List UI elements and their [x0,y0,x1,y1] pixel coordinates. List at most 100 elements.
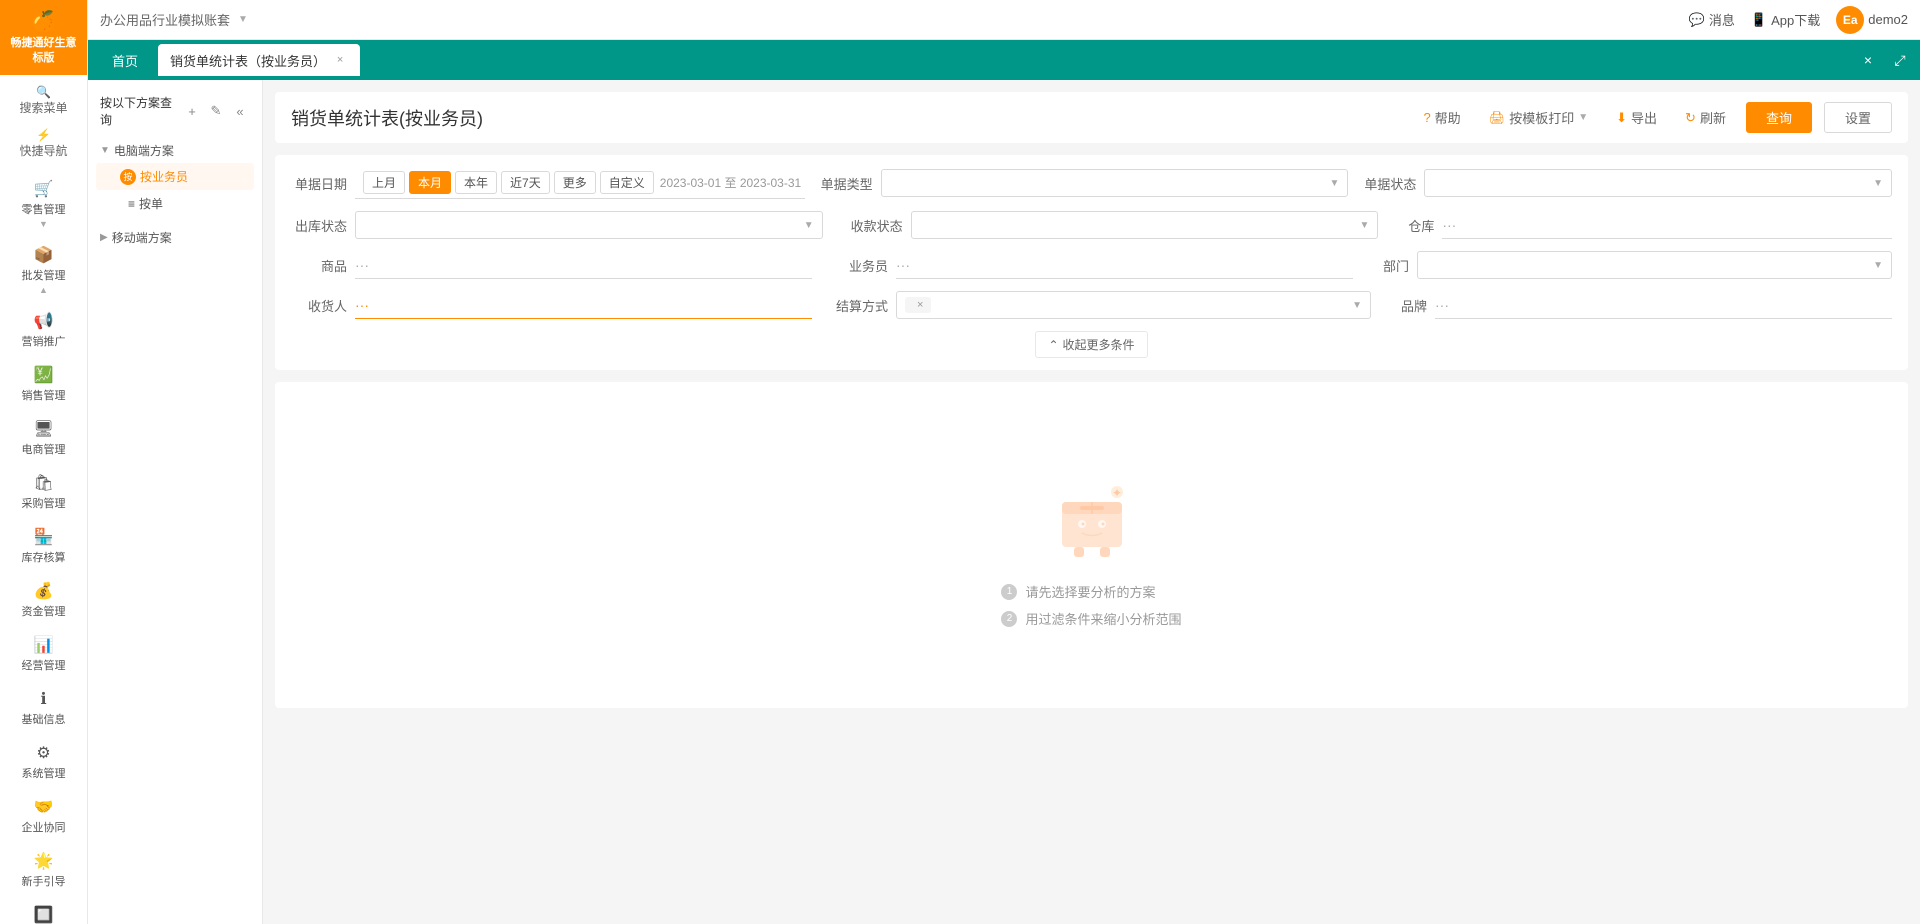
brand-dots[interactable]: ··· [1435,297,1449,313]
sidebar-item-marketing[interactable]: 📢 营销推广 [0,303,87,357]
sidebar-item-retail[interactable]: 🛒 零售管理 ▼ [0,171,87,237]
scheme-item-salesman[interactable]: 按 按业务员 [96,163,254,190]
sidebar-item-operations[interactable]: 📊 经营管理 [0,627,87,681]
date-last-month-btn[interactable]: 上月 [363,171,405,194]
sidebar-item-apps[interactable]: 🔲 应用中心 [0,897,87,924]
user-name: demo2 [1868,12,1908,27]
settle-dropdown[interactable]: × ▼ [896,291,1371,319]
export-label: 导出 [1631,108,1657,127]
header-left: 办公用品行业模拟账套 ▼ [100,10,248,29]
add-scheme-btn[interactable]: + [182,101,202,121]
export-btn[interactable]: ⬇ 导出 [1608,104,1665,131]
warehouse-control: ··· [1442,211,1892,239]
system-icon: ⚙ [36,743,50,763]
sidebar-item-inventory[interactable]: 🏪 库存核算 [0,519,87,573]
page-content: 按以下方案查询 + ✎ « ▼ 电脑端方案 按 按业务员 [88,80,1920,924]
doc-type-arrow: ▼ [1329,178,1339,189]
app-download-btn[interactable]: 📱 App下载 [1751,10,1820,29]
tab-home-label: 首页 [112,51,138,70]
mobile-section-title[interactable]: ▶ 移动端方案 [96,225,254,250]
page-title: 销货单统计表(按业务员) [291,105,483,131]
tip-2-text: 用过滤条件来缩小分析范围 [1025,609,1181,628]
sidebar-item-finance[interactable]: 💰 资金管理 [0,573,87,627]
salesman-label: 业务员 [828,256,888,275]
collapse-chevron: ⌃ [1048,338,1058,352]
recipient-control: ··· [355,291,812,319]
desktop-section-title[interactable]: ▼ 电脑端方案 [96,138,254,163]
sidebar-item-wholesale[interactable]: 📦 批发管理 ▲ [0,237,87,303]
doc-type-label: 单据类型 [813,174,873,193]
sidebar-item-newbie[interactable]: 🌟 新手引导 [0,843,87,897]
breadcrumb[interactable]: 办公用品行业模拟账套 [100,10,230,29]
scheme-salesman-icon: 按 [120,169,136,185]
sidebar-quick-nav[interactable]: ⚡ 快捷导航 [0,122,87,163]
retail-arrow: ▼ [39,219,48,229]
sidebar-item-ecommerce[interactable]: 🖥 电商管理 [0,411,87,465]
scheme-item-order[interactable]: ≡ 按单 [96,190,254,217]
empty-illustration: ✦ [1032,462,1152,562]
date-this-year-btn[interactable]: 本年 [455,171,497,194]
tab-home[interactable]: 首页 [96,44,154,76]
out-status-dropdown[interactable]: ▼ [355,211,823,239]
user-info[interactable]: Ea demo2 [1836,6,1908,34]
sidebar-item-purchase[interactable]: 🛍 采购管理 [0,465,87,519]
collapse-panel-btn[interactable]: « [230,101,250,121]
quick-nav-label: 快捷导航 [0,142,87,159]
tab-close-window-btn[interactable]: × [1856,48,1880,72]
apps-icon: 🔲 [34,905,54,924]
out-status-label: 出库状态 [291,216,347,235]
empty-tips: 1 请先选择要分析的方案 2 用过滤条件来缩小分析范围 [1001,582,1181,628]
empty-tip-2: 2 用过滤条件来缩小分析范围 [1001,609,1181,628]
goods-dots[interactable]: ··· [355,257,369,273]
help-icon: ? [1423,110,1430,125]
empty-state: ✦ 1 请先选择要分析的方案 [275,382,1908,708]
sidebar-item-system[interactable]: ⚙ 系统管理 [0,735,87,789]
collapse-more-btn[interactable]: ⌃ 收起更多条件 [1035,331,1147,358]
purchase-icon: 🛍 [33,473,53,493]
sidebar-item-basic[interactable]: ℹ 基础信息 [0,681,87,735]
tab-fullscreen-btn[interactable]: ⤢ [1888,48,1912,72]
sidebar-item-cooperation[interactable]: 🤝 企业协同 [0,789,87,843]
date-last7-btn[interactable]: 近7天 [501,171,550,194]
operations-icon: 📊 [34,635,54,655]
refresh-btn[interactable]: ↻ 刷新 [1677,104,1734,131]
tip-1-text: 请先选择要分析的方案 [1025,582,1155,601]
breadcrumb-arrow[interactable]: ▼ [238,14,248,25]
doc-type-dropdown[interactable]: ▼ [881,169,1349,197]
app-logo[interactable]: 🍊 畅捷通好生意 标版 [0,0,87,75]
filter-area: 单据日期 上月 本月 本年 近7天 更多 自定义 2023-03-01 至 20… [275,155,1908,370]
retail-icon: 🛒 [34,179,54,199]
tab-active[interactable]: 销货单统计表（按业务员） × [158,44,360,76]
date-custom-btn[interactable]: 自定义 [600,171,654,194]
settings-button[interactable]: 设置 [1824,102,1892,133]
mobile-arrow: ▶ [100,232,108,243]
settle-tag-close[interactable]: × [917,299,923,311]
doc-status-label: 单据状态 [1356,174,1416,193]
print-label: 按模板打印 [1509,108,1574,127]
edit-scheme-btn[interactable]: ✎ [206,101,226,121]
msg-btn[interactable]: 💬 消息 [1689,10,1735,29]
logo-icon: 🍊 [4,8,83,36]
print-btn[interactable]: 🖨 按模板打印 ▼ [1481,104,1596,131]
date-this-month-btn[interactable]: 本月 [409,171,451,194]
help-btn[interactable]: ? 帮助 [1415,104,1468,131]
dept-dropdown[interactable]: ▼ [1417,251,1892,279]
doc-status-dropdown[interactable]: ▼ [1424,169,1892,197]
sidebar-search[interactable]: 🔍 搜索菜单 [0,75,87,122]
help-label: 帮助 [1435,108,1461,127]
date-range-text: 2023-03-01 至 2023-03-31 [660,174,801,191]
filter-row-1: 单据日期 上月 本月 本年 近7天 更多 自定义 2023-03-01 至 20… [291,167,1892,199]
sidebar-item-sales[interactable]: 💹 销售管理 [0,357,87,411]
recipient-dots[interactable]: ··· [355,297,369,313]
salesman-dots[interactable]: ··· [896,257,910,273]
right-main: 销货单统计表(按业务员) ? 帮助 🖨 按模板打印 ▼ ⬇ 导出 [263,80,1920,924]
cooperation-icon: 🤝 [34,797,54,817]
app-download-label: App下载 [1771,10,1820,29]
app-download-icon: 📱 [1751,12,1767,28]
date-more-btn[interactable]: 更多 [554,171,596,194]
warehouse-dots[interactable]: ··· [1442,217,1456,233]
collect-status-dropdown[interactable]: ▼ [911,211,1379,239]
query-button[interactable]: 查询 [1746,102,1812,133]
inventory-icon: 🏪 [34,527,54,547]
tab-close-btn[interactable]: × [332,52,348,68]
